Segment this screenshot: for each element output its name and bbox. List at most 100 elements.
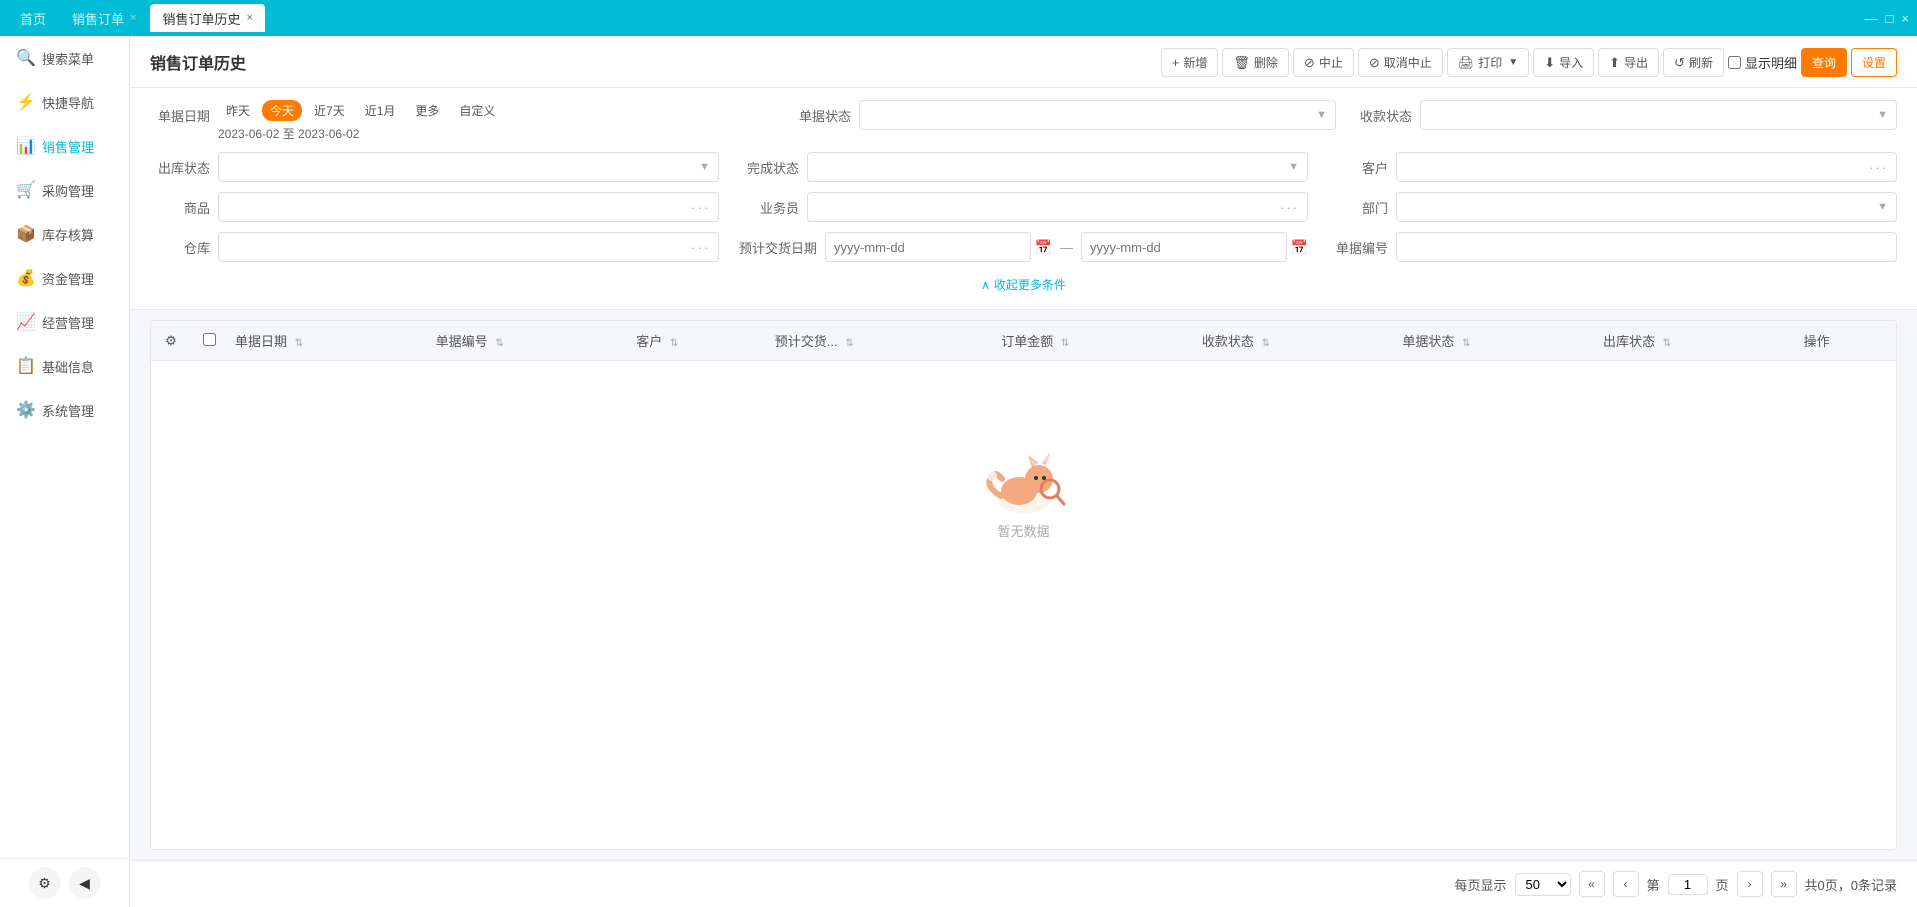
select-all-checkbox[interactable] <box>203 333 216 346</box>
sidebar-settings-btn[interactable]: ⚙ <box>29 867 61 899</box>
warehouse-input[interactable]: ··· <box>218 232 719 262</box>
sort-delivery-icon[interactable]: ⇅ <box>845 338 853 349</box>
th-delivery: 预计交货... ⇅ <box>767 321 993 361</box>
complete-status-select[interactable]: ▼ <box>807 152 1308 182</box>
date-tab-7days[interactable]: 近7天 <box>306 100 353 121</box>
toolbar: + 新增 🗑 删除 ⊘ 中止 ⊘ 取消中止 <box>1161 48 1897 87</box>
th-out-status: 出库状态 ⇅ <box>1595 321 1796 361</box>
last-page-btn[interactable]: » <box>1771 871 1797 897</box>
tab-home[interactable]: 首页 <box>8 4 58 32</box>
th-checkbox[interactable] <box>191 321 227 361</box>
filter-row2: 出库状态 ▼ 完成状态 ▼ 客户 ··· <box>150 152 1897 182</box>
sort-out-status-icon[interactable]: ⇅ <box>1663 338 1671 349</box>
cancel-stop-button[interactable]: ⊘ 取消中止 <box>1358 48 1443 77</box>
delivery-date-end-cal-icon[interactable]: 📅 <box>1291 239 1308 256</box>
salesperson-input[interactable]: ··· <box>807 192 1308 222</box>
filter-customer: 客户 ··· <box>1328 152 1897 182</box>
window-maximize[interactable]: □ <box>1886 11 1894 26</box>
table-settings-icon[interactable]: ⚙ <box>165 333 177 348</box>
delivery-date-end[interactable] <box>1081 232 1287 262</box>
sidebar-item-system[interactable]: ⚙️ 系统管理 <box>0 388 129 432</box>
settings-button[interactable]: 设置 <box>1851 48 1897 77</box>
sort-number-icon[interactable]: ⇅ <box>495 338 503 349</box>
order-status-select[interactable]: ▼ <box>859 100 1336 130</box>
export-icon: ⬆ <box>1609 55 1620 71</box>
quick-nav-icon: ⚡ <box>16 92 34 112</box>
date-tab-today[interactable]: 今天 <box>262 100 302 121</box>
window-minimize[interactable]: — <box>1865 11 1878 26</box>
sidebar-item-purchase-mgmt[interactable]: 🛒 采购管理 <box>0 168 129 212</box>
page-size-select[interactable]: 10 20 50 100 <box>1515 873 1571 896</box>
payment-status-select[interactable]: ▼ <box>1420 100 1897 130</box>
collapse-row[interactable]: ∧ 收起更多条件 <box>150 272 1897 297</box>
sidebar-item-finance[interactable]: 💰 资金管理 <box>0 256 129 300</box>
doc-number-input[interactable] <box>1396 232 1897 262</box>
sort-date-icon[interactable]: ⇅ <box>295 338 303 349</box>
tab-sales-order-close[interactable]: × <box>130 12 136 24</box>
tab-sales-order[interactable]: 销售订单 × <box>60 4 148 32</box>
filter-area: 单据日期 昨天 今天 近7天 近1月 更多 自定义 2023-06-02 至 2… <box>130 88 1917 310</box>
window-close[interactable]: × <box>1901 11 1909 26</box>
customer-input[interactable]: ··· <box>1396 152 1897 182</box>
date-tab-custom[interactable]: 自定义 <box>451 100 503 121</box>
date-tab-more[interactable]: 更多 <box>407 100 447 121</box>
filter-outbound-status: 出库状态 ▼ <box>150 152 719 182</box>
refresh-button[interactable]: ↺ 刷新 <box>1663 48 1724 77</box>
first-page-btn[interactable]: « <box>1579 871 1605 897</box>
order-status-chevron: ▼ <box>1316 109 1327 121</box>
page-number-input[interactable] <box>1668 874 1708 895</box>
th-payment-status: 收款状态 ⇅ <box>1194 321 1395 361</box>
print-button[interactable]: 🖨 打印 ▼ <box>1447 48 1529 77</box>
filter-row4: 仓库 ··· 预计交货日期 📅 — 📅 单据编号 <box>150 232 1897 262</box>
th-customer: 客户 ⇅ <box>628 321 767 361</box>
sidebar-item-operations[interactable]: 📈 经营管理 <box>0 300 129 344</box>
tab-bar: 首页 销售订单 × 销售订单历史 × — □ × <box>0 0 1917 36</box>
sort-order-status-icon[interactable]: ⇅ <box>1462 338 1470 349</box>
next-page-btn[interactable]: › <box>1737 871 1763 897</box>
th-settings[interactable]: ⚙ <box>151 321 191 361</box>
sidebar-item-basic-info[interactable]: 📋 基础信息 <box>0 344 129 388</box>
sidebar-item-inventory[interactable]: 📦 库存核算 <box>0 212 129 256</box>
window-controls: — □ × <box>1865 11 1909 26</box>
prev-page-btn[interactable]: ‹ <box>1613 871 1639 897</box>
new-button[interactable]: + 新增 <box>1161 48 1219 77</box>
system-icon: ⚙️ <box>16 400 34 420</box>
table-header-row: ⚙ 单据日期 ⇅ 单据编号 ⇅ <box>151 321 1896 361</box>
date-filter-content: 昨天 今天 近7天 近1月 更多 自定义 2023-06-02 至 2023-0… <box>218 100 771 142</box>
tab-sales-order-history[interactable]: 销售订单历史 × <box>150 4 264 32</box>
sidebar-item-search-menu[interactable]: 🔍 搜索菜单 <box>0 36 129 80</box>
sidebar-item-sales-mgmt[interactable]: 📊 销售管理 <box>0 124 129 168</box>
sort-payment-icon[interactable]: ⇅ <box>1261 338 1269 349</box>
import-icon: ⬇ <box>1544 55 1555 71</box>
outbound-status-select[interactable]: ▼ <box>218 152 719 182</box>
refresh-icon: ↺ <box>1674 55 1685 71</box>
query-button[interactable]: 查询 <box>1801 48 1847 77</box>
sort-customer-icon[interactable]: ⇅ <box>670 338 678 349</box>
date-tab-yesterday[interactable]: 昨天 <box>218 100 258 121</box>
delete-button[interactable]: 🗑 删除 <box>1222 48 1289 77</box>
show-detail-checkbox-label[interactable]: 显示明细 <box>1728 53 1797 72</box>
show-detail-checkbox[interactable] <box>1728 56 1741 69</box>
date-tab-1month[interactable]: 近1月 <box>357 100 404 121</box>
th-order-status: 单据状态 ⇅ <box>1394 321 1595 361</box>
import-button[interactable]: ⬇ 导入 <box>1533 48 1594 77</box>
delivery-date-start-cal-icon[interactable]: 📅 <box>1035 239 1052 256</box>
th-number: 单据编号 ⇅ <box>428 321 629 361</box>
date-tabs: 昨天 今天 近7天 近1月 更多 自定义 <box>218 100 771 121</box>
sales-mgmt-icon: 📊 <box>16 136 34 156</box>
filter-salesperson: 业务员 ··· <box>739 192 1308 222</box>
sort-amount-icon[interactable]: ⇅ <box>1061 338 1069 349</box>
inventory-icon: 📦 <box>16 224 34 244</box>
stop-button[interactable]: ⊘ 中止 <box>1293 48 1354 77</box>
new-icon: + <box>1172 55 1180 70</box>
department-select[interactable]: ▼ <box>1396 192 1897 222</box>
sidebar-item-quick-nav[interactable]: ⚡ 快捷导航 <box>0 80 129 124</box>
sidebar-collapse-btn[interactable]: ◀ <box>69 867 101 899</box>
filter-doc-number: 单据编号 <box>1328 232 1897 262</box>
filter-order-status: 单据状态 ▼ <box>791 100 1336 130</box>
tab-sales-order-history-close[interactable]: × <box>246 12 252 24</box>
product-input[interactable]: ··· <box>218 192 719 222</box>
export-button[interactable]: ⬆ 导出 <box>1598 48 1659 77</box>
date-period-label: 单据日期 <box>150 100 210 125</box>
delivery-date-start[interactable] <box>825 232 1031 262</box>
